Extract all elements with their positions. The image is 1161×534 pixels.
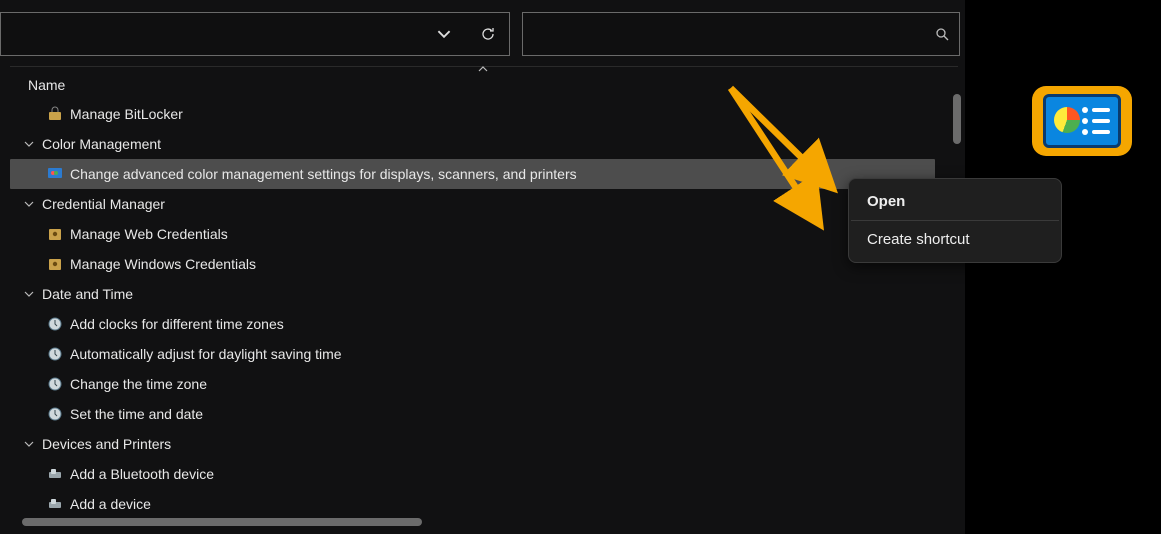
chevron-down-icon bbox=[24, 439, 36, 449]
list-item[interactable]: Set the time and date bbox=[10, 399, 958, 429]
list-item-label: Manage Web Credentials bbox=[70, 226, 228, 242]
horizontal-scrollbar-thumb[interactable] bbox=[22, 518, 422, 526]
list-item[interactable]: Manage Windows Credentials bbox=[10, 249, 958, 279]
group-label: Date and Time bbox=[42, 286, 133, 302]
list-item[interactable]: Change the time zone bbox=[10, 369, 958, 399]
list-item[interactable]: Add clocks for different time zones bbox=[10, 309, 958, 339]
chevron-down-icon bbox=[24, 199, 36, 209]
clock-icon bbox=[46, 405, 64, 423]
group-label: Credential Manager bbox=[42, 196, 165, 212]
group-label: Color Management bbox=[42, 136, 161, 152]
list-item-label: Set the time and date bbox=[70, 406, 203, 422]
vault-icon bbox=[46, 255, 64, 273]
context-menu-create-shortcut[interactable]: Create shortcut bbox=[849, 221, 1061, 258]
bitlocker-icon bbox=[46, 105, 64, 123]
list-item[interactable]: Manage BitLocker bbox=[10, 99, 958, 129]
list-item-label: Manage BitLocker bbox=[70, 106, 183, 122]
list-item[interactable]: Add a device bbox=[10, 489, 958, 519]
group-header[interactable]: Devices and Printers bbox=[10, 429, 958, 459]
list-item[interactable]: Add a Bluetooth device bbox=[10, 459, 958, 489]
vault-icon bbox=[46, 225, 64, 243]
clock-icon bbox=[46, 375, 64, 393]
explorer-window: Name Manage BitLocker Color Management Cha… bbox=[0, 0, 965, 534]
list-item-label: Change advanced color management setting… bbox=[70, 166, 577, 182]
clock-icon bbox=[46, 345, 64, 363]
group-header[interactable]: Color Management bbox=[10, 129, 958, 159]
group-header[interactable]: Credential Manager bbox=[10, 189, 958, 219]
search-box[interactable] bbox=[522, 12, 960, 56]
control-panel-shortcut-icon[interactable] bbox=[1032, 86, 1132, 156]
chevron-down-icon bbox=[24, 289, 36, 299]
vertical-scrollbar-thumb[interactable] bbox=[953, 94, 961, 144]
list-item-label: Add a device bbox=[70, 496, 151, 512]
search-input[interactable] bbox=[533, 25, 935, 43]
address-bar[interactable] bbox=[0, 12, 510, 56]
clock-icon bbox=[46, 315, 64, 333]
results-list: Name Manage BitLocker Color Management Cha… bbox=[10, 66, 958, 526]
list-item-label: Manage Windows Credentials bbox=[70, 256, 256, 272]
context-menu-open[interactable]: Open bbox=[849, 183, 1061, 220]
refresh-icon[interactable] bbox=[477, 23, 499, 45]
search-icon bbox=[935, 27, 949, 41]
column-header-name[interactable]: Name bbox=[10, 71, 958, 99]
group-label: Devices and Printers bbox=[42, 436, 171, 452]
list-item[interactable]: Automatically adjust for daylight saving… bbox=[10, 339, 958, 369]
sort-indicator-icon bbox=[478, 65, 488, 73]
list-item-label: Change the time zone bbox=[70, 376, 207, 392]
context-menu: Open Create shortcut bbox=[848, 178, 1062, 263]
color-mgmt-icon bbox=[46, 165, 64, 183]
group-header[interactable]: Date and Time bbox=[10, 279, 958, 309]
list-item[interactable]: Manage Web Credentials bbox=[10, 219, 958, 249]
list-item-label: Add clocks for different time zones bbox=[70, 316, 284, 332]
history-dropdown-icon[interactable] bbox=[433, 23, 455, 45]
device-icon bbox=[46, 465, 64, 483]
list-item[interactable]: Change advanced color management setting… bbox=[10, 159, 935, 189]
list-item-label: Add a Bluetooth device bbox=[70, 466, 214, 482]
toolbar bbox=[0, 12, 960, 56]
device-icon bbox=[46, 495, 64, 513]
list-item-label: Automatically adjust for daylight saving… bbox=[70, 346, 342, 362]
chevron-down-icon bbox=[24, 139, 36, 149]
